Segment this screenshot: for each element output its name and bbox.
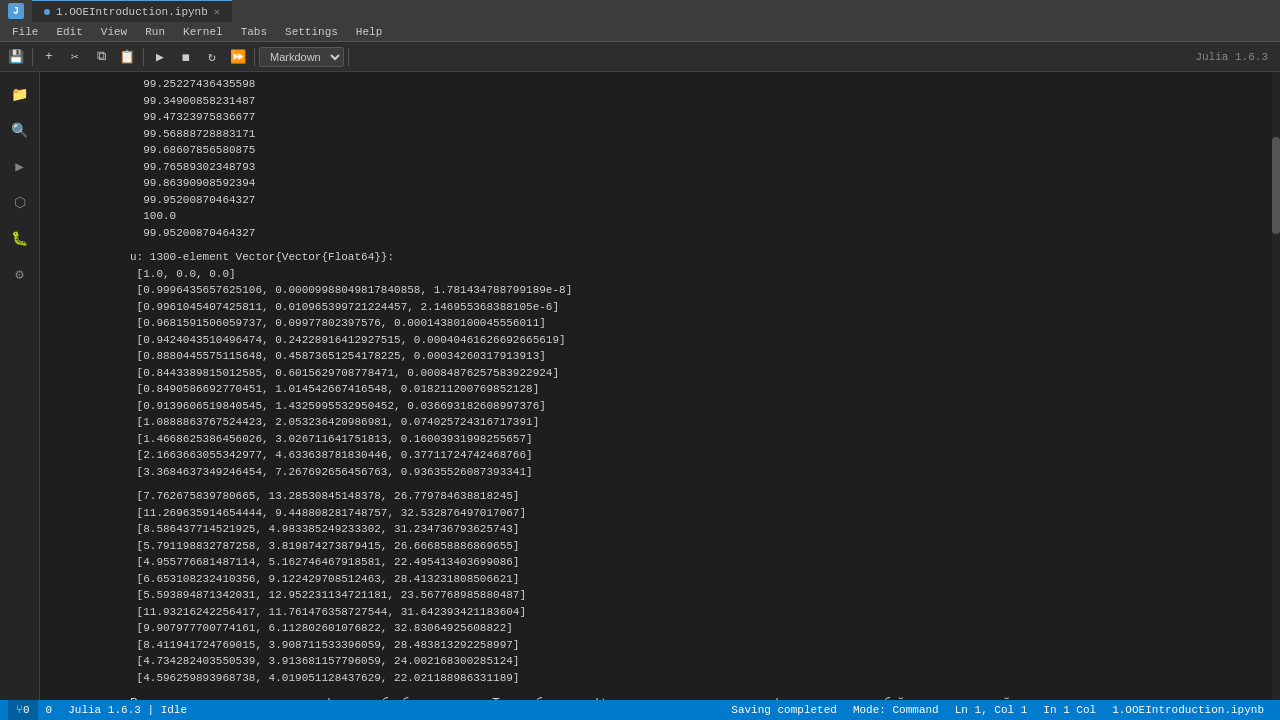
cell-output-text-3: [7.762675839780665, 13.28530845148378, 2… [130,488,1264,686]
menu-view[interactable]: View [93,22,135,41]
tab-label: 1.OOEIntroduction.ipynb [56,6,208,18]
cell-output-text-1: 99.25227436435598 99.34900858231487 99.4… [130,76,1264,241]
toolbar-separator-1 [32,48,33,66]
scroll-thumb[interactable] [1272,137,1280,234]
modified-indicator [44,9,50,15]
main-area: 📁 🔍 ▶ ⬡ 🐛 ⚙ 99.25227436435598 99.3490085… [0,72,1280,720]
title-bar: J 1.OOEIntroduction.ipynb ✕ [0,0,1280,22]
status-filename: 1.OOEIntroduction.ipynb [1104,700,1272,720]
restart-run-button[interactable]: ⏩ [226,45,250,69]
sidebar-run-icon[interactable]: ▶ [6,152,34,180]
julia-version: Julia 1.6.3 [1195,51,1276,63]
tab-bar: 1.OOEIntroduction.ipynb ✕ [32,0,232,22]
save-button[interactable]: 💾 [4,45,28,69]
sidebar-folder-icon[interactable]: 📁 [6,80,34,108]
status-save: Saving completed [723,700,845,720]
menu-bar: File Edit View Run Kernel Tabs Settings … [0,22,1280,42]
app-icon: J [8,3,24,19]
menu-tabs[interactable]: Tabs [233,22,275,41]
status-mode: Mode: Command [845,700,947,720]
copy-cell-button[interactable]: ⧉ [89,45,113,69]
cut-cell-button[interactable]: ✂ [63,45,87,69]
menu-kernel[interactable]: Kernel [175,22,231,41]
git-branch-icon: ⑂ [16,704,23,716]
cell-number-2 [42,245,122,484]
toolbar: 💾 + ✂ ⧉ 📋 ▶ ◼ ↻ ⏩ Markdown Code Raw Juli… [0,42,1280,72]
sidebar-settings-icon[interactable]: ⚙ [6,260,34,288]
cell-content-3: [7.762675839780665, 13.28530845148378, 2… [122,484,1272,690]
notebook-tab[interactable]: 1.OOEIntroduction.ipynb ✕ [32,0,232,22]
cell-output-1: 99.25227436435598 99.34900858231487 99.4… [40,72,1272,245]
cell-content-2: u: 1300-element Vector{Vector{Float64}}:… [122,245,1272,484]
run-button[interactable]: ▶ [148,45,172,69]
cell-number-1 [42,72,122,245]
sidebar: 📁 🔍 ▶ ⬡ 🐛 ⚙ [0,72,40,720]
status-git: ⑂ 0 [8,700,38,720]
toolbar-separator-4 [348,48,349,66]
restart-button[interactable]: ↻ [200,45,224,69]
paste-cell-button[interactable]: 📋 [115,45,139,69]
toolbar-separator-3 [254,48,255,66]
status-bar: ⑂ 0 0 Julia 1.6.3 | Idle Saving complete… [0,700,1280,720]
cell-output-text-2: u: 1300-element Vector{Vector{Float64}}:… [130,249,1264,480]
menu-file[interactable]: File [4,22,46,41]
menu-edit[interactable]: Edit [48,22,90,41]
cell-number-3 [42,484,122,690]
status-kernel: Julia 1.6.3 | Idle [60,700,195,720]
toolbar-separator-2 [143,48,144,66]
add-cell-button[interactable]: + [37,45,61,69]
cell-content-1: 99.25227436435598 99.34900858231487 99.4… [122,72,1272,245]
scrollbar[interactable] [1272,72,1280,720]
status-position: Ln 1, Col 1 [947,700,1036,720]
interrupt-button[interactable]: ◼ [174,45,198,69]
status-col: In 1 Col [1035,700,1104,720]
cell-output-2: u: 1300-element Vector{Vector{Float64}}:… [40,245,1272,484]
menu-run[interactable]: Run [137,22,173,41]
sidebar-debug-icon[interactable]: 🐛 [6,224,34,252]
menu-help[interactable]: Help [348,22,390,41]
cell-output-3: [7.762675839780665, 13.28530845148378, 2… [40,484,1272,690]
notebook[interactable]: 99.25227436435598 99.34900858231487 99.4… [40,72,1272,720]
tab-close-button[interactable]: ✕ [214,6,220,18]
git-count: 0 [23,704,30,716]
sidebar-search-icon[interactable]: 🔍 [6,116,34,144]
cell-type-selector[interactable]: Markdown Code Raw [259,47,344,67]
menu-settings[interactable]: Settings [277,22,346,41]
sidebar-extensions-icon[interactable]: ⬡ [6,188,34,216]
status-errors: 0 [38,700,61,720]
